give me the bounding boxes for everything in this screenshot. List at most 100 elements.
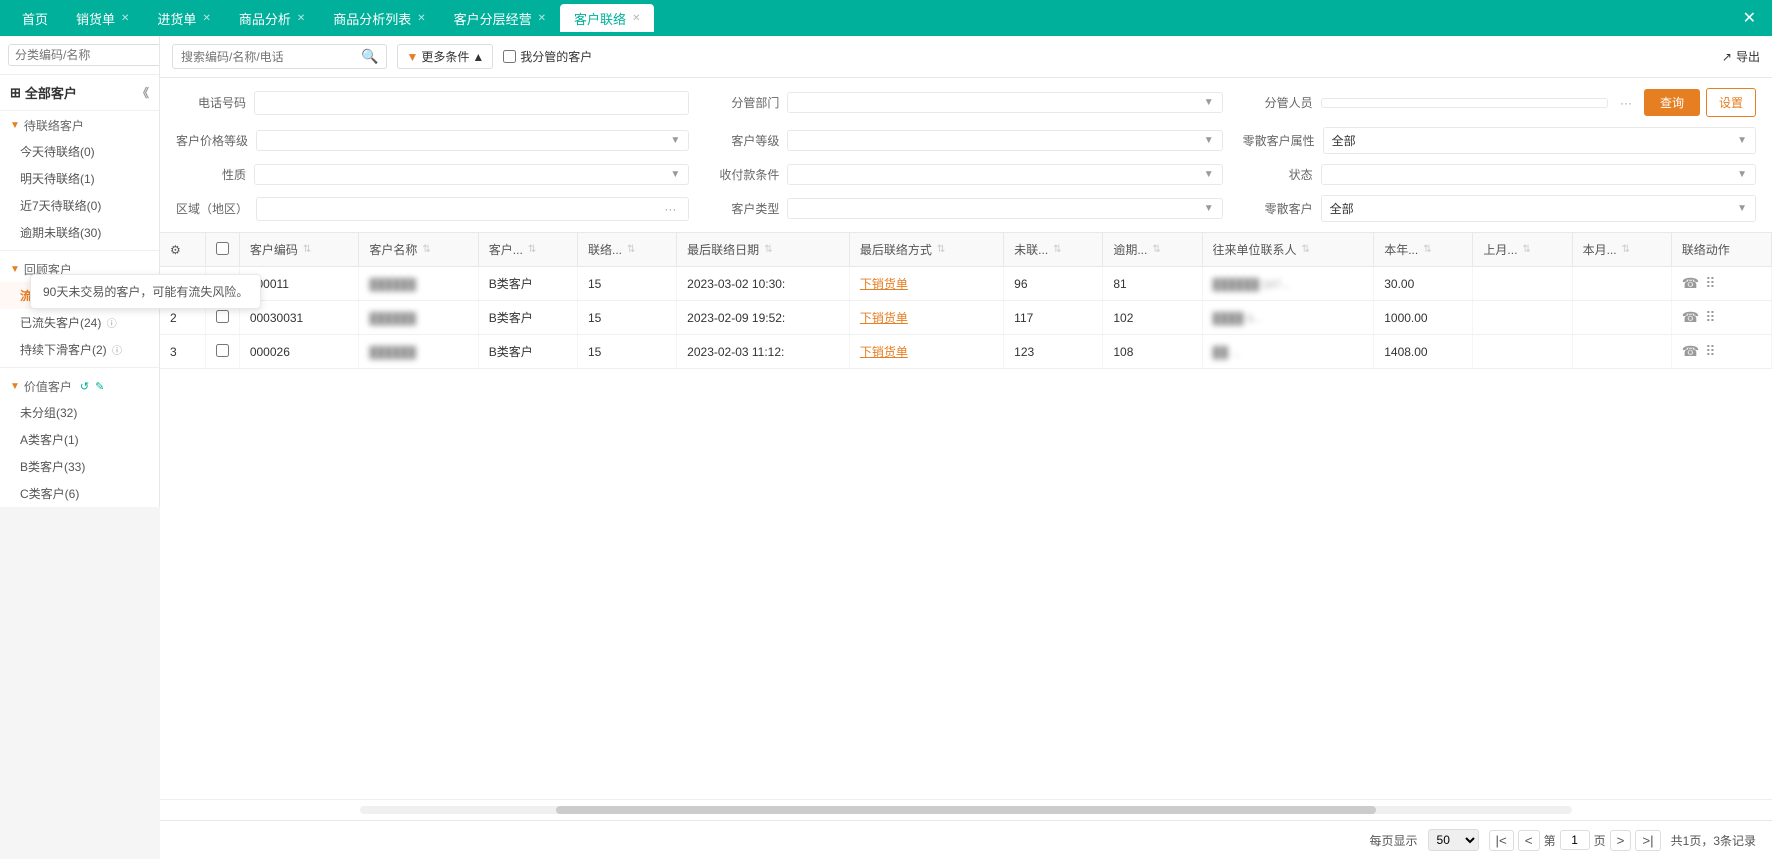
tab-sales[interactable]: 销货单 ✕ (62, 4, 143, 32)
per-page-select[interactable]: 50 100 200 (1428, 829, 1479, 851)
scrollbar-thumb[interactable] (556, 806, 1376, 814)
price-level-select[interactable]: ▼ (256, 130, 689, 151)
th-this-month-sort-icon[interactable]: ⇅ (1622, 244, 1630, 255)
th-current-year-label: 本年... (1384, 241, 1418, 258)
tab-purchase-close[interactable]: ✕ (202, 13, 210, 24)
payment-select[interactable]: ▼ (787, 164, 1222, 185)
manager-dots-button[interactable]: ··· (1616, 96, 1636, 110)
th-unit-contact-sort-icon[interactable]: ⇅ (1302, 244, 1310, 255)
sidebar-item-churned[interactable]: 已流失客户(24) ⓘ (0, 309, 159, 336)
retail-attr-select[interactable]: 全部 ▼ (1323, 127, 1756, 154)
page-last-button[interactable]: >| (1635, 830, 1660, 851)
th-current-year: 本年... ⇅ (1374, 233, 1473, 267)
search-icon[interactable]: 🔍 (361, 48, 378, 65)
dept-select[interactable]: ▼ (787, 92, 1222, 113)
tab-analysis-close[interactable]: ✕ (297, 13, 305, 24)
th-code-sort-icon[interactable]: ⇅ (303, 244, 311, 255)
more-icon-3[interactable]: ⠿ (1705, 343, 1715, 360)
th-last-type-sort-icon[interactable]: ⇅ (937, 244, 945, 255)
sidebar-item-7day-contact[interactable]: 近7天待联络(0) (0, 192, 159, 219)
tab-analysis-list[interactable]: 商品分析列表 ✕ (319, 4, 439, 32)
th-overdue-sort-icon[interactable]: ⇅ (1152, 244, 1160, 255)
refresh-icon[interactable]: ↺ (80, 380, 89, 393)
th-contact-sort-icon[interactable]: ⇅ (627, 244, 635, 255)
customer-level-select[interactable]: ▼ (787, 130, 1222, 151)
page-input[interactable] (1560, 830, 1590, 850)
export-button[interactable]: ↗ 导出 (1722, 48, 1760, 65)
customer-type-select[interactable]: ▼ (787, 198, 1222, 219)
tab-home[interactable]: 首页 (8, 4, 62, 32)
td-last-type-1-link[interactable]: 下销货单 (860, 277, 908, 291)
more-icon-1[interactable]: ⠿ (1705, 275, 1715, 292)
phone-input[interactable] (254, 91, 689, 115)
sidebar-item-a-class[interactable]: A类客户(1) (0, 426, 159, 453)
td-not-contacted-2: 117 (1004, 301, 1103, 335)
sidebar-item-c-class[interactable]: C类客户(6) (0, 480, 159, 507)
sidebar-search-input[interactable] (8, 44, 160, 66)
tab-customer-contact-close[interactable]: ✕ (632, 13, 640, 24)
sidebar-group-value[interactable]: ▼ 价值客户 ↺ ✎ (0, 372, 159, 399)
tab-customer-contact[interactable]: 客户联络 ✕ (560, 4, 654, 32)
my-customers-checkbox-label[interactable]: 我分管的客户 (503, 48, 592, 65)
query-button[interactable]: 查询 (1644, 89, 1700, 116)
manager-label: 分管人员 (1243, 94, 1313, 111)
window-close-button[interactable]: ✕ (1735, 4, 1764, 32)
td-last-type-3-link[interactable]: 下销货单 (860, 345, 908, 359)
td-current-year-3: 1408.00 (1374, 335, 1473, 369)
th-not-contacted-sort-icon[interactable]: ⇅ (1053, 244, 1061, 255)
tab-customer-segment-close[interactable]: ✕ (538, 13, 546, 24)
tab-customer-segment[interactable]: 客户分层经营 ✕ (440, 4, 560, 32)
setting-button[interactable]: 设置 (1706, 88, 1756, 117)
page-first-button[interactable]: |< (1489, 830, 1514, 851)
more-conditions-button[interactable]: ▼ 更多条件 ▲ (397, 44, 493, 69)
settings-icon[interactable]: ⚙ (170, 243, 181, 257)
contact-icon-1[interactable]: ☎ (1682, 275, 1699, 292)
manager-select[interactable] (1321, 98, 1608, 108)
sidebar-item-ungrouped[interactable]: 未分组(32) (0, 399, 159, 426)
sidebar-item-tomorrow-contact[interactable]: 明天待联络(1) (0, 165, 159, 192)
th-last-month-sort-icon[interactable]: ⇅ (1522, 244, 1530, 255)
sidebar-item-declining[interactable]: 持续下滑客户(2) ⓘ (0, 336, 159, 363)
th-current-year-sort-icon[interactable]: ⇅ (1423, 244, 1431, 255)
row-3-checkbox[interactable] (216, 344, 229, 357)
retail-select[interactable]: 全部 ▼ (1321, 195, 1756, 222)
td-last-type-2-link[interactable]: 下销货单 (860, 311, 908, 325)
tab-analysis[interactable]: 商品分析 ✕ (225, 4, 319, 32)
th-name-sort-icon[interactable]: ⇅ (422, 244, 430, 255)
td-code-3: 000026 (239, 335, 358, 369)
sidebar-item-b-class-label: B类客户(33) (20, 460, 85, 474)
sidebar-all-customers[interactable]: ⊞ 全部客户 《 (0, 75, 159, 111)
edit-icon[interactable]: ✎ (95, 380, 104, 393)
th-type-sort-icon[interactable]: ⇅ (528, 244, 536, 255)
status-select[interactable]: ▼ (1321, 164, 1756, 185)
more-conditions-label: 更多条件 (421, 48, 469, 65)
gender-select[interactable]: ▼ (254, 164, 689, 185)
page-prev-button[interactable]: < (1518, 830, 1540, 851)
td-contact-1: 15 (577, 267, 676, 301)
row-2-checkbox[interactable] (216, 310, 229, 323)
sidebar-item-b-class[interactable]: B类客户(33) (0, 453, 159, 480)
td-name-1: ██████ (359, 267, 478, 301)
horizontal-scrollbar[interactable] (360, 806, 1572, 814)
th-last-date-sort-icon[interactable]: ⇅ (764, 244, 772, 255)
tab-purchase[interactable]: 进货单 ✕ (143, 4, 224, 32)
more-icon-2[interactable]: ⠿ (1705, 309, 1715, 326)
contact-icon-3[interactable]: ☎ (1682, 343, 1699, 360)
region-dots-button[interactable]: ··· (660, 202, 680, 216)
tab-sales-close[interactable]: ✕ (121, 13, 129, 24)
tab-analysis-list-close[interactable]: ✕ (417, 13, 425, 24)
region-select[interactable]: ··· (256, 197, 689, 221)
td-last-date-1: 2023-03-02 10:30: (677, 267, 850, 301)
my-customers-checkbox[interactable] (503, 50, 516, 63)
contact-icon-2[interactable]: ☎ (1682, 309, 1699, 326)
retail-attr-label: 零散客户属性 (1243, 132, 1315, 149)
td-unit-contact-2-blurred: ████ 3... (1213, 313, 1263, 325)
page-next-button[interactable]: > (1610, 830, 1632, 851)
select-all-checkbox[interactable] (216, 242, 229, 255)
sidebar-group-waiting[interactable]: ▼ 待联络客户 (0, 111, 159, 138)
search-input[interactable] (181, 50, 361, 64)
sidebar-item-overdue-contact[interactable]: 逾期未联络(30) (0, 219, 159, 246)
th-contact: 联络... ⇅ (577, 233, 676, 267)
sidebar-item-today-contact[interactable]: 今天待联络(0) (0, 138, 159, 165)
td-not-contacted-3: 123 (1004, 335, 1103, 369)
